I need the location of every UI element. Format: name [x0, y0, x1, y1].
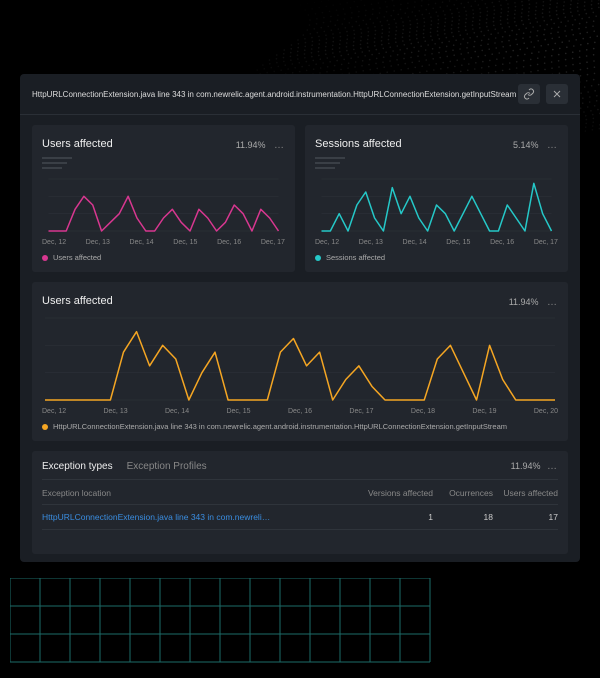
legend: Users affected	[42, 253, 285, 262]
panel-header: HttpURLConnectionExtension.java line 343…	[20, 74, 580, 115]
chart-value: 11.94%	[509, 297, 539, 307]
users-affected-chart	[42, 175, 285, 235]
x-tick: Dec, 12	[42, 239, 66, 246]
x-tick: Dec, 12	[315, 239, 339, 246]
skeleton-lines	[42, 157, 285, 169]
x-tick: Dec, 17	[261, 239, 285, 246]
x-tick: Dec, 13	[359, 239, 383, 246]
x-tick: Dec, 15	[446, 239, 470, 246]
x-tick: Dec, 19	[472, 408, 496, 415]
big-users-affected-card: Users affected 11.94% … Dec, 12Dec, 13De…	[32, 282, 568, 441]
header-actions	[518, 84, 568, 104]
close-icon-button[interactable]	[546, 84, 568, 104]
col-header-occurrences: Ocurrences	[433, 488, 493, 498]
chart-value: 5.14%	[513, 140, 539, 150]
occurrences-cell: 18	[433, 512, 493, 522]
x-tick: Dec, 14	[130, 239, 154, 246]
legend-dot	[315, 255, 321, 261]
main-panel: HttpURLConnectionExtension.java line 343…	[20, 74, 580, 562]
exception-location-link[interactable]: HttpURLConnectionExtension.java line 343…	[42, 512, 358, 522]
x-tick: Dec, 18	[411, 408, 435, 415]
x-tick: Dec, 12	[42, 408, 66, 415]
x-tick: Dec, 14	[165, 408, 189, 415]
exceptions-table-card: Exception types Exception Profiles 11.94…	[32, 451, 568, 554]
tab-value: 11.94%	[511, 461, 541, 471]
x-tick: Dec, 14	[403, 239, 427, 246]
x-tick: Dec, 16	[217, 239, 241, 246]
x-axis: Dec, 12 Dec, 13 Dec, 14 Dec, 15 Dec, 16 Dec, …	[42, 239, 285, 246]
link-icon-button[interactable]	[518, 84, 540, 104]
x-tick: Dec, 13	[86, 239, 110, 246]
x-axis: Dec, 12 Dec, 13 Dec, 14 Dec, 15 Dec, 16 Dec, …	[42, 408, 558, 415]
chart-title: Users affected	[42, 138, 113, 150]
link-icon	[523, 88, 535, 100]
panel-title: HttpURLConnectionExtension.java line 343…	[32, 90, 518, 99]
close-icon	[551, 88, 563, 100]
sessions-affected-card: Sessions affected 5.14% … Dec, 12 Dec, 13…	[305, 125, 568, 272]
skeleton-lines	[315, 157, 558, 169]
sessions-affected-chart	[315, 175, 558, 235]
x-tick: Dec, 17	[349, 408, 373, 415]
versions-cell: 1	[358, 512, 433, 522]
x-tick: Dec, 17	[534, 239, 558, 246]
legend-dot	[42, 424, 48, 430]
x-axis: Dec, 12 Dec, 13 Dec, 14 Dec, 15 Dec, 16 Dec, …	[315, 239, 558, 246]
chart-menu-icon[interactable]: …	[547, 140, 558, 151]
tab-exception-types[interactable]: Exception types	[42, 461, 113, 472]
legend-label: HttpURLConnectionExtension.java line 343…	[53, 422, 507, 431]
tab-exception-profiles[interactable]: Exception Profiles	[127, 461, 207, 472]
x-tick: Dec, 16	[288, 408, 312, 415]
chart-value: 11.94%	[236, 140, 266, 150]
legend: HttpURLConnectionExtension.java line 343…	[42, 422, 558, 431]
decorative-grid	[10, 578, 450, 668]
users-affected-card: Users affected 11.94% … Dec, 12Dec, 13De…	[32, 125, 295, 272]
chart-menu-icon[interactable]: …	[274, 140, 285, 151]
legend: Sessions affected	[315, 253, 558, 262]
legend-dot	[42, 255, 48, 261]
x-tick: Dec, 15	[173, 239, 197, 246]
table-row: HttpURLConnectionExtension.java line 343…	[42, 505, 558, 530]
col-header-versions: Versions affected	[358, 488, 433, 498]
chart-title: Sessions affected	[315, 138, 402, 150]
x-tick: Dec, 20	[534, 408, 558, 415]
x-tick: Dec, 16	[490, 239, 514, 246]
table-header-row: Exception location Versions affected Ocu…	[42, 488, 558, 505]
tab-menu-icon[interactable]: …	[547, 461, 558, 472]
x-tick: Dec, 15	[226, 408, 250, 415]
chart-menu-icon[interactable]: …	[547, 297, 558, 308]
charts-row: Users affected 11.94% … Dec, 12Dec, 13De…	[20, 115, 580, 272]
users-cell: 17	[493, 512, 558, 522]
legend-label: Users affected	[53, 253, 101, 262]
col-header-users: Users affected	[493, 488, 558, 498]
table-row-empty	[42, 530, 558, 544]
col-header-location: Exception location	[42, 488, 358, 498]
chart-title: Users affected	[42, 295, 113, 307]
x-tick: Dec, 13	[103, 408, 127, 415]
big-users-chart	[42, 314, 558, 404]
legend-label: Sessions affected	[326, 253, 385, 262]
tabs: Exception types Exception Profiles 11.94…	[42, 461, 558, 480]
